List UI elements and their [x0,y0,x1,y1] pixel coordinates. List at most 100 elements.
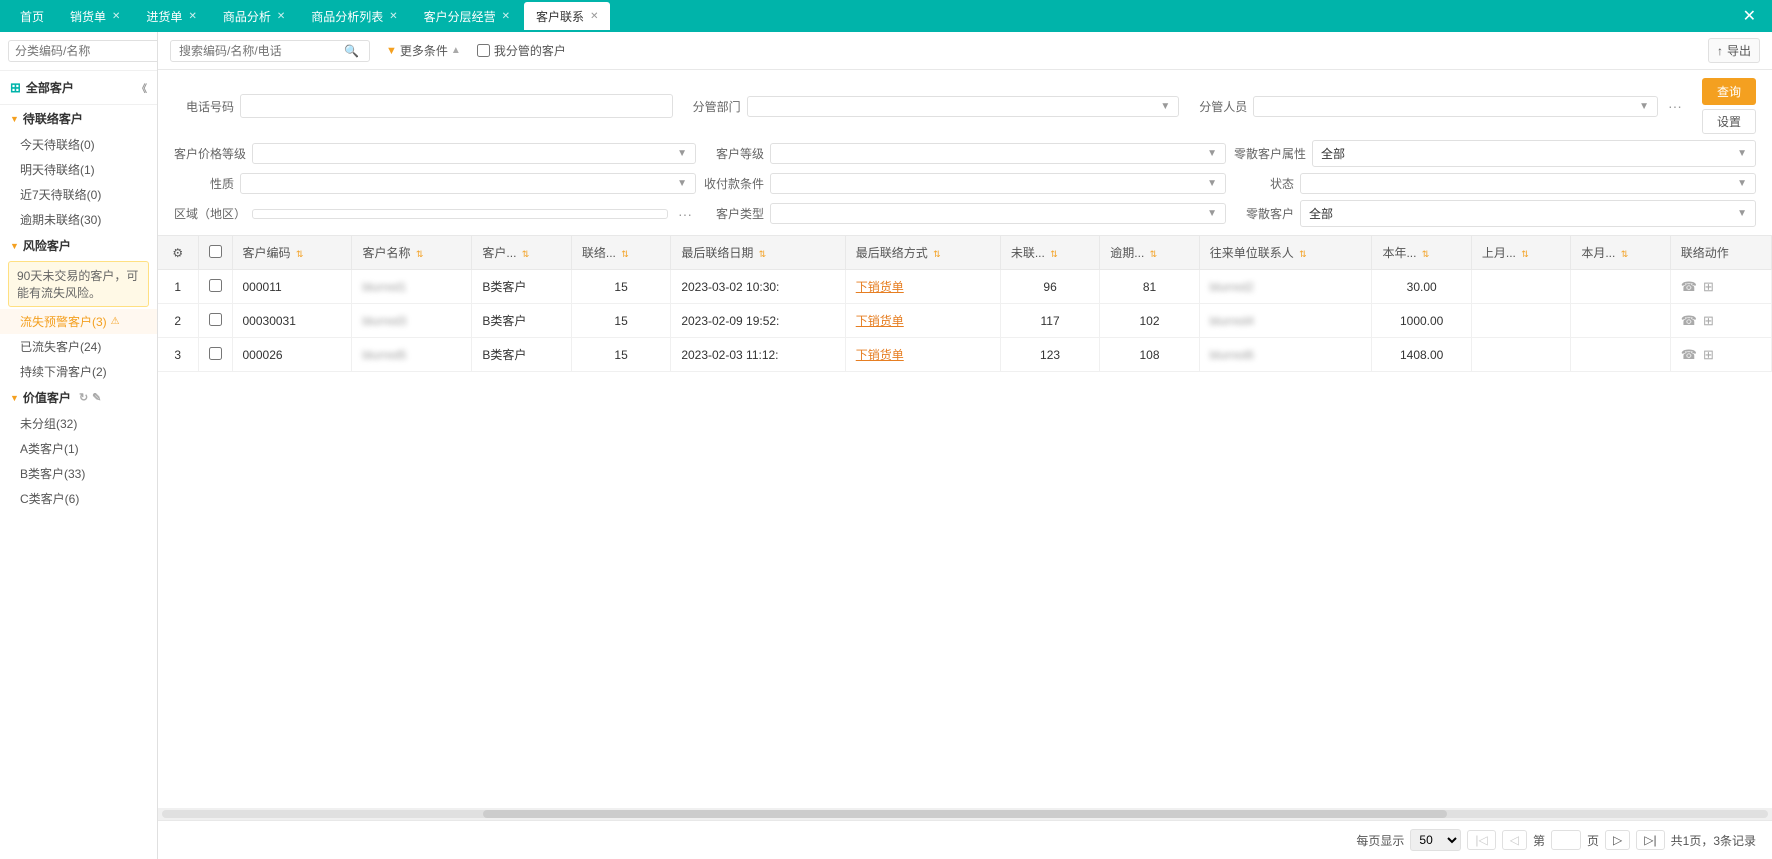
tab-customer-contact[interactable]: 客户联系 ✕ [524,2,610,30]
tab-goods-list[interactable]: 商品分析列表 ✕ [299,2,409,30]
filter-manager-more[interactable]: ··· [1664,98,1686,114]
row-unit-contact: blurred4 [1199,304,1372,338]
row-action-more[interactable]: ⊞ [1703,279,1714,295]
sidebar-item-declining[interactable]: 持续下滑客户(2) [0,359,157,384]
filter-search-input[interactable] [179,44,339,58]
row-action-more[interactable]: ⊞ [1703,313,1714,329]
col-this-month[interactable]: 本月... ⇅ [1571,236,1670,270]
col-unit-contact[interactable]: 往来单位联系人 ⇅ [1199,236,1372,270]
sidebar-search-input[interactable] [8,40,158,62]
col-checkbox[interactable] [198,236,232,270]
sidebar-item-ungrouped[interactable]: 未分组(32) [0,411,157,436]
hscroll-thumb[interactable] [483,810,1447,818]
col-last-contact-date[interactable]: 最后联络日期 ⇅ [671,236,845,270]
col-last-contact-method[interactable]: 最后联络方式 ⇅ [845,236,1000,270]
col-code[interactable]: 客户编码 ⇅ [232,236,352,270]
window-close-button[interactable]: ✕ [1735,6,1764,26]
row-action-more[interactable]: ⊞ [1703,347,1714,363]
tab-sales[interactable]: 销货单 ✕ [58,2,132,30]
filter-status-select[interactable]: ▼ [1300,173,1756,194]
row-action-call[interactable]: ☎ [1681,313,1697,329]
col-this-month-label: 本月... [1581,246,1615,260]
query-button[interactable]: 查询 [1702,78,1756,105]
page-input[interactable]: 1 [1551,830,1581,850]
filter-dept-select[interactable]: ▼ [747,96,1180,117]
filter-field-zero-attr: 零散客户属性 全部 ▼ [1234,140,1756,167]
filter-phone-input[interactable] [240,94,673,118]
filter-region-more[interactable]: ··· [674,206,696,222]
filter-region-select[interactable] [252,209,668,219]
filter-manager-select[interactable]: ▼ [1253,96,1658,117]
first-page-button[interactable]: |◁ [1467,830,1495,850]
col-uncontacted[interactable]: 未联... ⇅ [1000,236,1099,270]
col-settings-icon[interactable]: ⚙ [172,246,183,260]
sidebar-group-value-edit[interactable]: ✎ [92,391,101,404]
filter-price-level-select[interactable]: ▼ [252,143,696,164]
sidebar-item-overdue[interactable]: 逾期未联络(30) [0,207,157,232]
select-all-checkbox[interactable] [209,245,222,258]
tab-home[interactable]: 首页 [8,2,56,30]
sidebar-item-churn-warning[interactable]: 流失预警客户(3) ⚠ [0,309,157,334]
next-page-button[interactable]: ▷ [1605,830,1630,850]
row-code: 000026 [232,338,352,372]
filter-customer-type-select[interactable]: ▼ [770,203,1226,224]
tab-purchase-close[interactable]: ✕ [188,11,196,22]
tab-goods-analysis[interactable]: 商品分析 ✕ [211,2,297,30]
sidebar-group-value-refresh[interactable]: ↻ [79,391,88,404]
sidebar-group-value[interactable]: ▼ 价值客户 ↻ ✎ [0,384,157,411]
advanced-filter-panel: 电话号码 分管部门 ▼ 分管人员 ▼ ··· [158,70,1772,236]
row-checkbox[interactable] [198,270,232,304]
row-checkbox[interactable] [198,304,232,338]
settings-button[interactable]: 设置 [1702,109,1756,134]
export-button[interactable]: ↑ 导出 [1708,38,1760,63]
row-action-call[interactable]: ☎ [1681,279,1697,295]
filter-zero-customer-select[interactable]: 全部 ▼ [1300,200,1756,227]
sidebar-item-a-class[interactable]: A类客户(1) [0,436,157,461]
sidebar-item-c-class[interactable]: C类客户(6) [0,486,157,511]
row-method-link[interactable]: 下销货单 [856,280,904,294]
sidebar-group-risk-label: 风险客户 [23,237,71,254]
filter-payment-select[interactable]: ▼ [770,173,1226,194]
sidebar-group-pending[interactable]: ▼ 待联络客户 [0,105,157,132]
filter-zero-attr-select[interactable]: 全部 ▼ [1312,140,1756,167]
tab-customer-contact-close[interactable]: ✕ [590,11,598,22]
sidebar-item-tomorrow[interactable]: 明天待联络(1) [0,157,157,182]
col-overdue[interactable]: 逾期... ⇅ [1100,236,1199,270]
filter-my-customers[interactable]: 我分管的客户 [477,42,566,59]
row-checkbox[interactable] [198,338,232,372]
table-row: 2 00030031 blurred3 B类客户 15 2023-02-09 1… [158,304,1772,338]
horizontal-scrollbar[interactable] [158,808,1772,820]
per-page-select[interactable]: 50 100 200 [1410,829,1461,851]
sidebar-item-churned[interactable]: 已流失客户(24) [0,334,157,359]
tab-goods-analysis-close[interactable]: ✕ [277,11,285,22]
sidebar-collapse-icon[interactable]: 《 [137,80,147,95]
col-name[interactable]: 客户名称 ⇅ [352,236,472,270]
tab-sales-close[interactable]: ✕ [112,11,120,22]
sidebar-all-customers[interactable]: ⊞ 全部客户 《 [0,71,157,105]
col-this-year[interactable]: 本年... ⇅ [1372,236,1471,270]
tab-goods-list-close[interactable]: ✕ [389,11,397,22]
prev-page-button[interactable]: ◁ [1502,830,1527,850]
filter-field-phone: 电话号码 [174,94,673,118]
tab-purchase[interactable]: 进货单 ✕ [134,2,208,30]
filter-gender-select[interactable]: ▼ [240,173,696,194]
sidebar-item-b-class[interactable]: B类客户(33) [0,461,157,486]
row-method-link[interactable]: 下销货单 [856,314,904,328]
tab-customer-mgmt-close[interactable]: ✕ [502,11,510,22]
sidebar-item-today[interactable]: 今天待联络(0) [0,132,157,157]
row-method-link[interactable]: 下销货单 [856,348,904,362]
filter-row-1: 电话号码 分管部门 ▼ 分管人员 ▼ ··· [174,78,1756,134]
last-page-button[interactable]: ▷| [1636,830,1664,850]
tab-customer-mgmt[interactable]: 客户分层经营 ✕ [412,2,522,30]
col-type[interactable]: 客户... ⇅ [472,236,571,270]
my-customers-checkbox[interactable] [477,44,490,57]
row-action-call[interactable]: ☎ [1681,347,1697,363]
col-contact[interactable]: 联络... ⇅ [571,236,670,270]
filter-more-btn[interactable]: ▼ 更多条件 ▲ [380,39,467,62]
filter-customer-level-select[interactable]: ▼ [770,143,1226,164]
col-last-month[interactable]: 上月... ⇅ [1471,236,1570,270]
sidebar-group-risk[interactable]: ▼ 风险客户 [0,232,157,259]
sidebar-item-week[interactable]: 近7天待联络(0) [0,182,157,207]
filter-search-icon[interactable]: 🔍 [344,44,359,58]
tab-goods-analysis-label: 商品分析 [223,8,271,25]
